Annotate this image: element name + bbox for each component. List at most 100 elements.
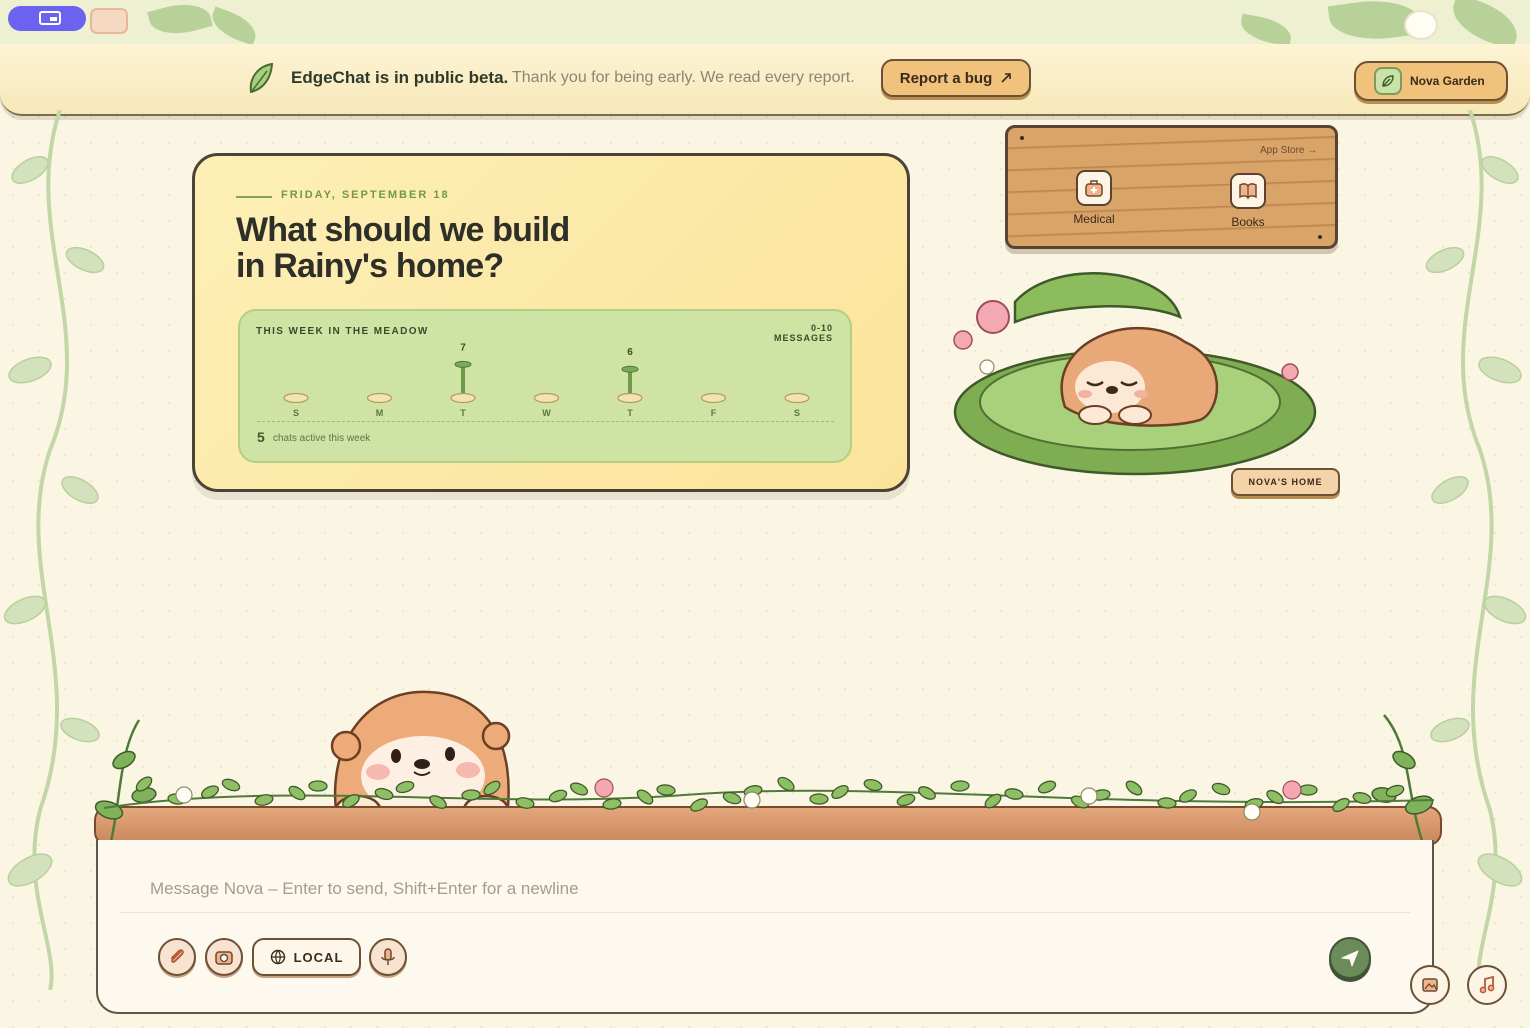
- camera-icon: [215, 951, 233, 965]
- paperclip-icon: [171, 949, 184, 963]
- planter-leaf: [1157, 797, 1177, 809]
- day-tick-label: M: [376, 408, 384, 418]
- activity-value-label: 7: [460, 342, 466, 353]
- voice-button[interactable]: [369, 938, 407, 976]
- planter-leaf: [896, 793, 916, 807]
- book-icon: [1230, 173, 1266, 209]
- planter-leaf: [288, 785, 306, 801]
- monitor-icon: [39, 10, 61, 25]
- activity-bar-cap: [621, 365, 639, 373]
- planter-leaf: [548, 789, 568, 803]
- gallery-button[interactable]: [1410, 965, 1450, 1005]
- planter-leaf: [1211, 782, 1231, 796]
- planter-leaf: [1298, 784, 1318, 796]
- banner-subtitle: Thank you for being early. We read every…: [512, 69, 855, 86]
- activity-value-label: 6: [627, 347, 633, 358]
- date-accent-line: [236, 196, 272, 198]
- hero-title-line-2: in Rainy's home?: [236, 247, 504, 285]
- external-link-icon: [1001, 73, 1012, 83]
- message-input[interactable]: [150, 872, 1350, 906]
- nova-garden-label: Nova Garden: [1410, 74, 1485, 88]
- composer-ruled-line: [120, 912, 1410, 913]
- shelf-nail: [1020, 136, 1024, 140]
- day-tick-label: S: [794, 408, 800, 418]
- microphone-icon: [381, 948, 395, 965]
- send-icon: [1341, 950, 1359, 967]
- music-button[interactable]: [1467, 965, 1507, 1005]
- nova-otter-illustration: [953, 272, 1317, 476]
- planter-leaf: [831, 784, 849, 800]
- hero-title-line-1: What should we build: [236, 211, 570, 249]
- day-stone: [450, 392, 476, 404]
- current-date: FRIDAY, SEPTEMBER 18: [281, 189, 450, 201]
- planter-leaf: [308, 780, 328, 792]
- activity-divider: [257, 421, 834, 422]
- planter-leaf: [1266, 789, 1284, 805]
- day-stone: [533, 392, 560, 404]
- top-foliage-strip: [0, 0, 1530, 50]
- active-chats-label: chats active this week: [273, 433, 371, 444]
- planter-leaf: [569, 782, 589, 796]
- planter-leaf: [1332, 797, 1350, 813]
- app-books[interactable]: [1230, 173, 1266, 209]
- planter-leaf: [221, 778, 241, 792]
- camera-button[interactable]: [205, 938, 243, 976]
- activity-bar-cap: [454, 360, 472, 368]
- planter-leaf: [950, 780, 970, 792]
- planter-leaf: [863, 778, 883, 792]
- app-medical-label[interactable]: Medical: [1054, 212, 1134, 226]
- day-tick-label: F: [711, 408, 717, 418]
- globe-icon: [270, 949, 285, 965]
- app-medical[interactable]: [1076, 170, 1112, 206]
- photo-icon: [1422, 978, 1438, 992]
- app-books-label[interactable]: Books: [1208, 215, 1288, 229]
- medical-bag-icon: [1076, 170, 1112, 206]
- local-mode-label: LOCAL: [293, 949, 344, 965]
- companion-app-icon[interactable]: [90, 8, 128, 34]
- app-store-link[interactable]: App Store →: [1260, 145, 1317, 156]
- planter-leaf: [429, 795, 447, 809]
- local-mode-button[interactable]: LOCAL: [252, 938, 361, 976]
- app-shelf: [1005, 125, 1338, 249]
- planter-leaf: [1004, 788, 1024, 800]
- planter-leaf: [636, 789, 654, 805]
- leaf-icon: [249, 62, 274, 94]
- banner-title: EdgeChat is in public beta.: [291, 68, 509, 87]
- planter-leaf: [483, 780, 501, 796]
- leaf-icon: [1374, 67, 1402, 95]
- planter-leaf: [809, 793, 829, 805]
- message-composer: [96, 840, 1434, 1014]
- planter-leaf: [1037, 780, 1057, 794]
- planter-leaf: [1385, 784, 1405, 798]
- workspace-toggle[interactable]: [8, 6, 86, 31]
- nova-garden-button[interactable]: Nova Garden: [1354, 61, 1508, 101]
- planter-leaf: [515, 797, 535, 809]
- report-bug-label: Report a bug: [899, 69, 993, 87]
- nova-home-tag[interactable]: NOVA'S HOME: [1231, 468, 1340, 496]
- planter-leaf: [918, 786, 936, 800]
- planter-leaf: [461, 789, 481, 801]
- planter-leaf: [1352, 792, 1372, 804]
- hero-title: What should we build in Rainy's home?: [236, 212, 656, 284]
- report-bug-button[interactable]: Report a bug: [881, 59, 1031, 97]
- attach-button[interactable]: [158, 938, 196, 976]
- active-chats-count: 5: [257, 429, 265, 445]
- day-tick-label: S: [293, 408, 299, 418]
- day-stone: [366, 392, 393, 404]
- planter-leaf: [395, 780, 415, 794]
- day-stone: [700, 392, 727, 404]
- day-stone: [784, 392, 810, 404]
- planter-leaf: [1125, 780, 1143, 796]
- day-stone: [283, 392, 309, 404]
- day-tick-label: T: [460, 408, 466, 418]
- planter-leaf: [374, 787, 394, 801]
- planter-leaf: [690, 798, 708, 812]
- day-tick-label: W: [542, 408, 551, 418]
- music-note-icon: [1479, 975, 1495, 994]
- day-stone: [617, 392, 643, 404]
- shelf-nail: [1318, 235, 1322, 239]
- send-button[interactable]: [1329, 937, 1371, 979]
- planter-leaf: [656, 784, 676, 796]
- day-tick-label: T: [627, 408, 633, 418]
- planter-leaf: [342, 794, 360, 808]
